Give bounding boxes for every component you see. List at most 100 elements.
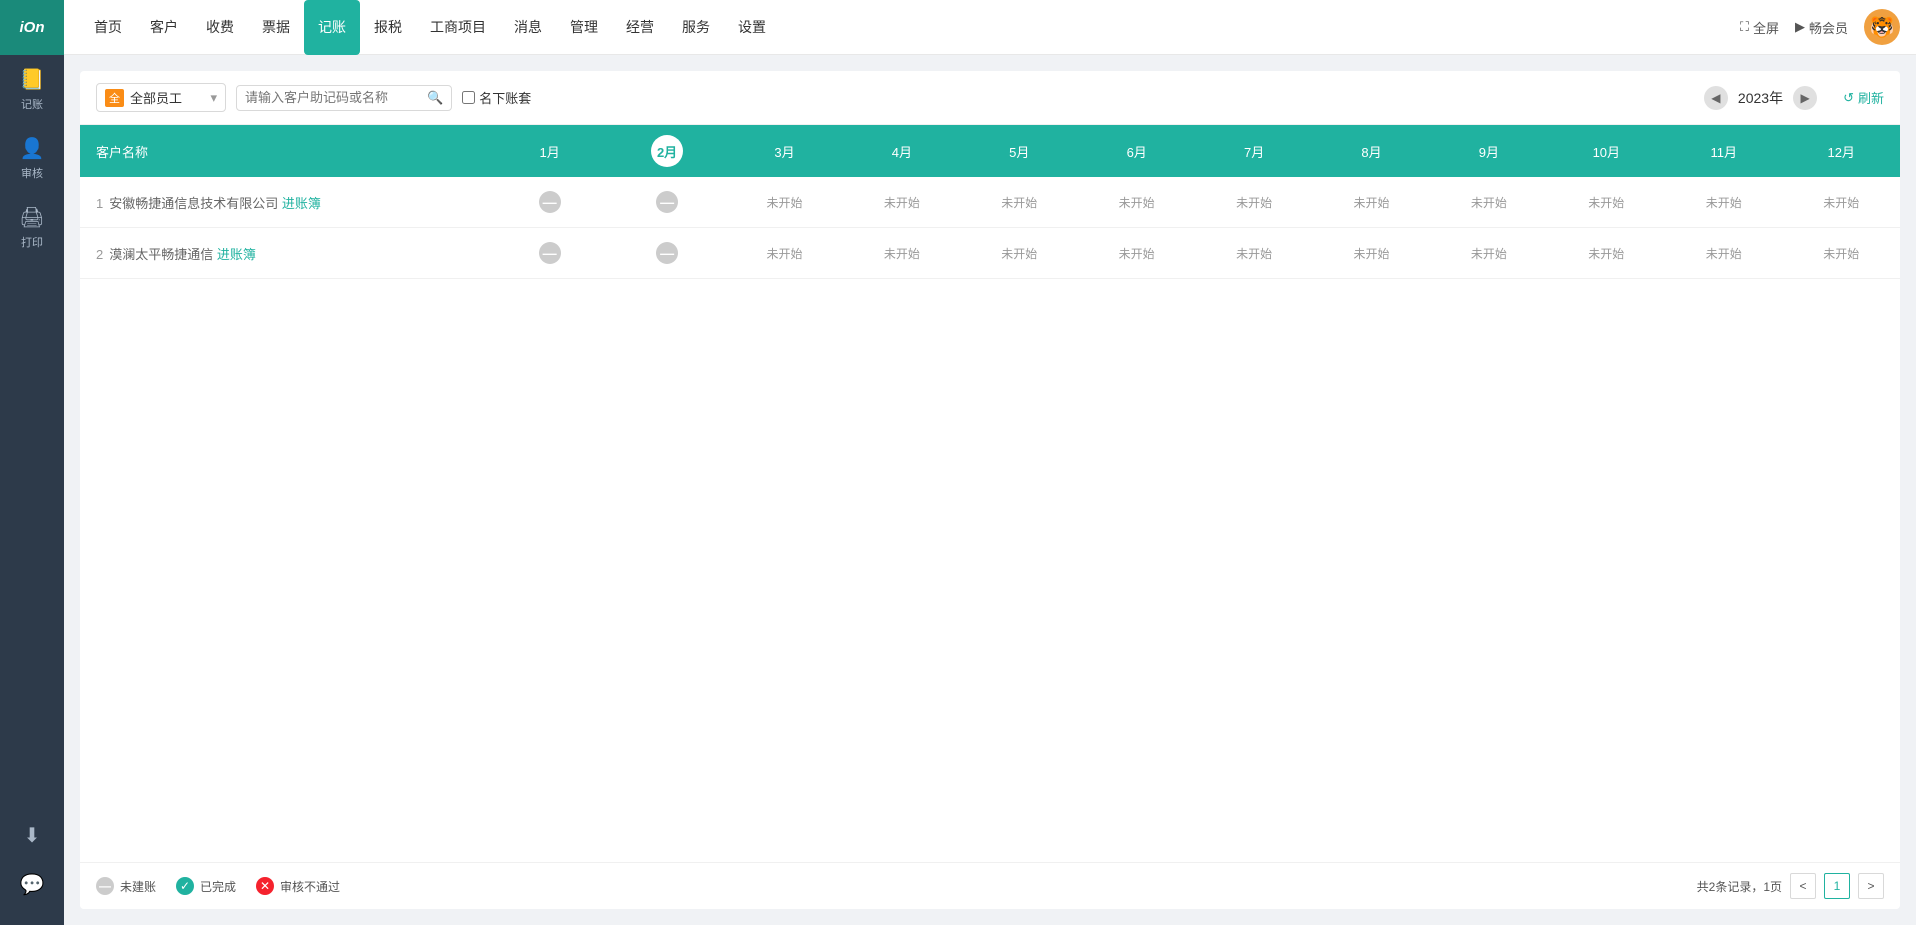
refresh-label: 刷新: [1858, 88, 1884, 107]
status-not-started: 未开始: [766, 247, 802, 261]
employee-select[interactable]: 全 全部员工 ▾: [96, 83, 226, 112]
prev-year-button[interactable]: ◀: [1704, 86, 1728, 110]
status-not-started: 未开始: [1119, 196, 1155, 210]
cell-m10-r0: 未开始: [1665, 177, 1782, 228]
sidebar-item-label-print: 打印: [21, 234, 43, 250]
nav-invoices[interactable]: 票据: [248, 0, 304, 55]
status-not-started: 未开始: [1001, 196, 1037, 210]
cell-m6-r1: 未开始: [1195, 228, 1312, 279]
legend-rejected: ✕ 审核不通过: [256, 877, 340, 895]
sidebar-item-label-bookkeeping: 记账: [21, 96, 43, 112]
cell-m11-r0: 未开始: [1782, 177, 1900, 228]
col-header-may: 5月: [961, 125, 1078, 177]
vip-label: 畅会员: [1809, 18, 1848, 37]
status-not-started: 未开始: [766, 196, 802, 210]
cell-name-1: 2漠澜太平畅捷通信 进账簿: [80, 228, 491, 279]
status-dash-icon: —: [539, 242, 561, 264]
enter-ledger-link-0[interactable]: 进账簿: [282, 196, 321, 211]
cell-m0-r1: —: [491, 228, 608, 279]
footer: — 未建账 ✓ 已完成 ✕ 审核不通过 共2条记录，1页 < 1 >: [80, 862, 1900, 909]
sidebar-bottom: ⬇ 💬: [0, 811, 64, 925]
sidebar-item-audit[interactable]: 👤 审核: [0, 124, 64, 193]
cell-m9-r0: 未开始: [1548, 177, 1665, 228]
status-dash-icon: —: [656, 242, 678, 264]
cell-m8-r1: 未开始: [1430, 228, 1547, 279]
col-header-sep: 9月: [1430, 125, 1547, 177]
main-card: 全 全部员工 ▾ 🔍 名下账套 ◀ 2023年 ▶: [80, 71, 1900, 909]
cell-m4-r1: 未开始: [961, 228, 1078, 279]
prev-page-button[interactable]: <: [1790, 873, 1816, 899]
bookkeeping-icon: 📒: [20, 67, 45, 92]
nav-service[interactable]: 服务: [668, 0, 724, 55]
year-label: 2023年: [1738, 88, 1783, 108]
cell-m0-r0: —: [491, 177, 608, 228]
cell-m5-r1: 未开始: [1078, 228, 1195, 279]
sidebar-item-bookkeeping[interactable]: 📒 记账: [0, 55, 64, 124]
avatar[interactable]: 🐯: [1864, 9, 1900, 45]
sidebar-item-print[interactable]: 🖨 打印: [0, 193, 64, 262]
search-box[interactable]: 🔍: [236, 85, 452, 111]
legend-done-icon: ✓: [176, 877, 194, 895]
fullscreen-label: 全屏: [1753, 18, 1779, 37]
vip-button[interactable]: ▶ 畅会员: [1795, 18, 1848, 37]
topnav: 首页 客户 收费 票据 记账 报税 工商项目 消息 管理 经营 服务 设置 ⛶ …: [64, 0, 1916, 55]
search-input[interactable]: [245, 90, 421, 105]
vip-icon: ▶: [1795, 19, 1805, 35]
nav-messages[interactable]: 消息: [500, 0, 556, 55]
col-header-apr: 4月: [843, 125, 960, 177]
col-header-name: 客户名称: [80, 125, 491, 177]
sidebar-item-chat[interactable]: 💬: [0, 860, 64, 909]
cell-m2-r0: 未开始: [726, 177, 843, 228]
cell-m7-r1: 未开始: [1313, 228, 1430, 279]
pagination: 共2条记录，1页 < 1 >: [1697, 873, 1884, 899]
search-icon: 🔍: [427, 90, 443, 106]
col-header-dec: 12月: [1782, 125, 1900, 177]
nav-settings[interactable]: 设置: [724, 0, 780, 55]
nav-customers[interactable]: 客户: [136, 0, 192, 55]
nav-bizitems[interactable]: 工商项目: [416, 0, 500, 55]
fullscreen-button[interactable]: ⛶ 全屏: [1740, 18, 1779, 37]
employee-label: 全部员工: [130, 88, 182, 107]
cell-m10-r1: 未开始: [1665, 228, 1782, 279]
status-not-started: 未开始: [1706, 247, 1742, 261]
nav-tax[interactable]: 报税: [360, 0, 416, 55]
nav-home[interactable]: 首页: [80, 0, 136, 55]
cell-m2-r1: 未开始: [726, 228, 843, 279]
col-header-jan: 1月: [491, 125, 608, 177]
table-row: 2漠澜太平畅捷通信 进账簿——未开始未开始未开始未开始未开始未开始未开始未开始未…: [80, 228, 1900, 279]
row-num-1: 2: [96, 247, 103, 262]
nav-bookkeeping[interactable]: 记账: [304, 0, 360, 55]
cell-m4-r0: 未开始: [961, 177, 1078, 228]
col-header-aug: 8月: [1313, 125, 1430, 177]
next-year-button[interactable]: ▶: [1793, 86, 1817, 110]
table-wrap: 客户名称 1月 2月 3月 4月 5月 6月 7月 8月 9月 10月 11月: [80, 125, 1900, 862]
sidebar: iOn 📒 记账 👤 审核 🖨 打印 ⬇ 💬: [0, 0, 64, 925]
enter-ledger-link-1[interactable]: 进账簿: [217, 247, 256, 262]
next-page-button[interactable]: >: [1858, 873, 1884, 899]
status-not-started: 未开始: [1588, 196, 1624, 210]
employee-tag: 全: [105, 89, 124, 107]
chat-icon: 💬: [20, 872, 45, 897]
main-table: 客户名称 1月 2月 3月 4月 5月 6月 7月 8月 9月 10月 11月: [80, 125, 1900, 279]
col-header-oct: 10月: [1548, 125, 1665, 177]
col-header-feb: 2月: [608, 125, 725, 177]
nav-manage[interactable]: 管理: [556, 0, 612, 55]
status-not-started: 未开始: [1823, 196, 1859, 210]
my-accounts-checkbox-label[interactable]: 名下账套: [462, 88, 531, 107]
my-accounts-checkbox[interactable]: [462, 91, 475, 104]
cell-m11-r1: 未开始: [1782, 228, 1900, 279]
nav-operation[interactable]: 经营: [612, 0, 668, 55]
checkbox-label-text: 名下账套: [479, 88, 531, 107]
legend-done: ✓ 已完成: [176, 877, 236, 895]
status-dash-icon: —: [656, 191, 678, 213]
current-page-button[interactable]: 1: [1824, 873, 1850, 899]
sidebar-item-download[interactable]: ⬇: [0, 811, 64, 860]
refresh-button[interactable]: ↺ 刷新: [1843, 88, 1884, 107]
nav-billing[interactable]: 收费: [192, 0, 248, 55]
legend-not-built-label: 未建账: [120, 878, 156, 895]
status-dash-icon: —: [539, 191, 561, 213]
status-not-started: 未开始: [884, 247, 920, 261]
sidebar-logo: iOn: [0, 0, 64, 55]
status-not-started: 未开始: [1823, 247, 1859, 261]
fullscreen-icon: ⛶: [1740, 19, 1749, 35]
